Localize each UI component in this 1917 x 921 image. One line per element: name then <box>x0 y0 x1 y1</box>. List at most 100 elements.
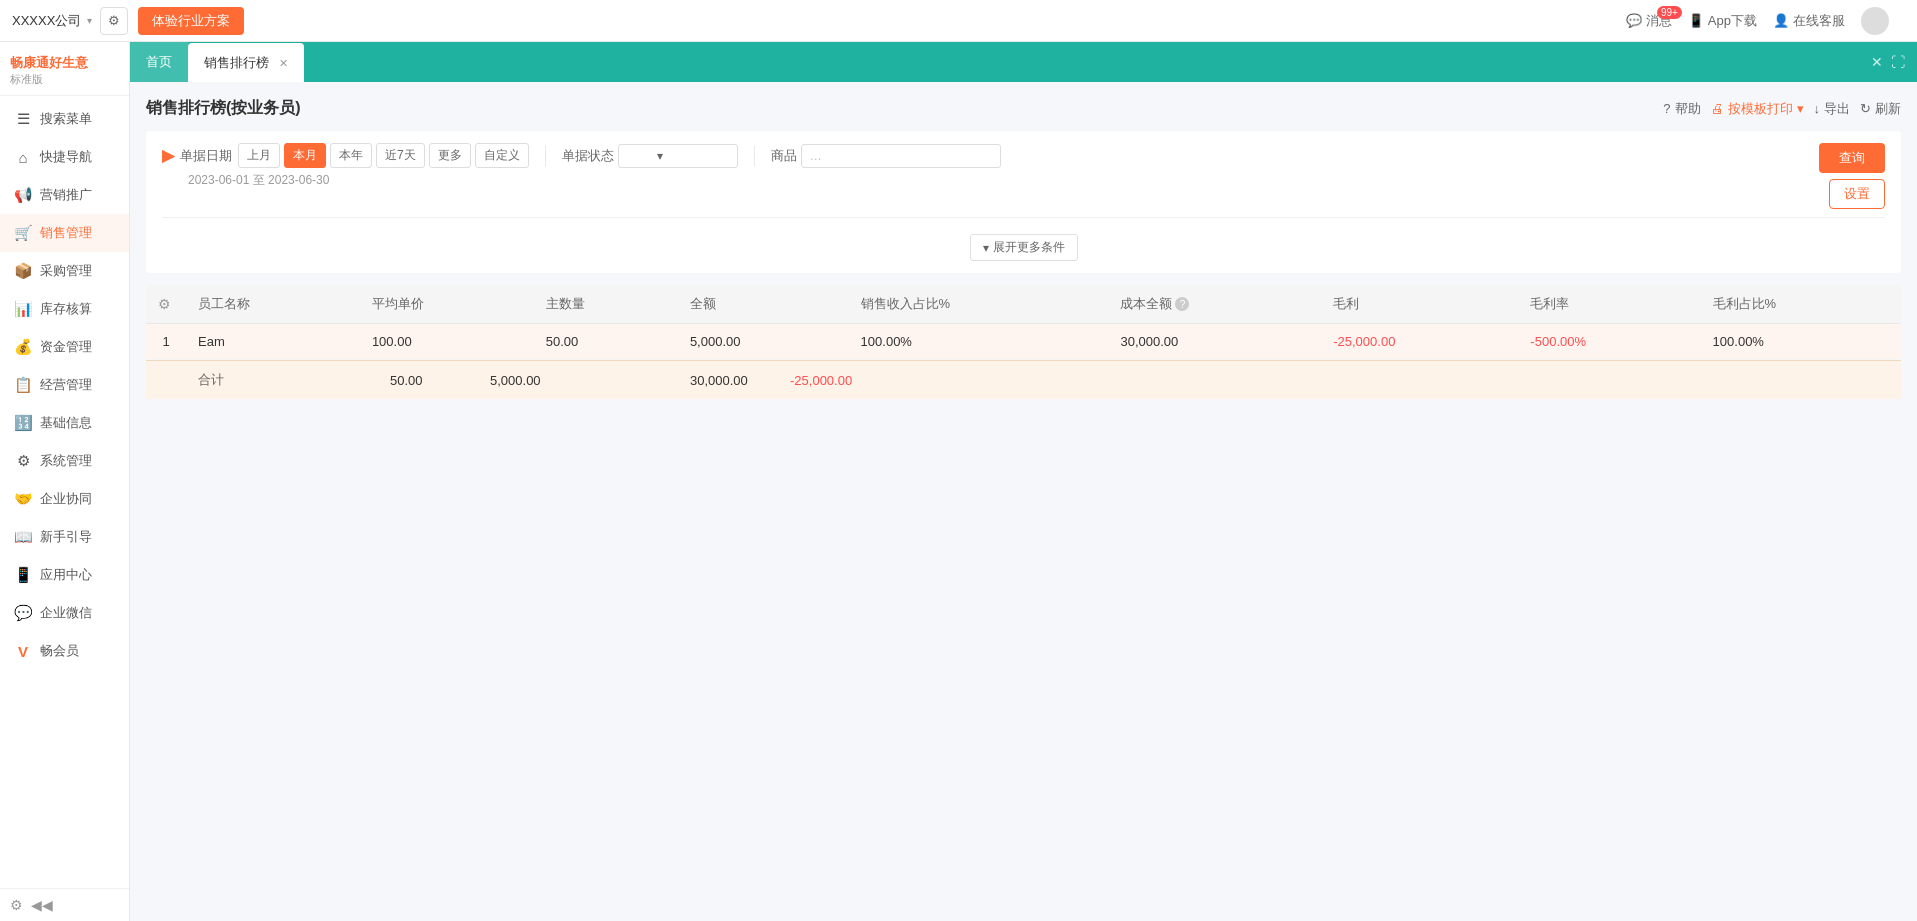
tab-expand-icon[interactable]: ⛶ <box>1891 54 1905 70</box>
th-main-qty: 主数量 <box>534 285 678 324</box>
sidebar-item-basic-info[interactable]: 🔢 基础信息 <box>0 404 129 442</box>
notification-button[interactable]: 💬 消息 99+ <box>1626 12 1672 30</box>
user-avatar[interactable] <box>1861 7 1889 35</box>
goods-input[interactable]: … <box>801 144 1001 168</box>
table-container: ⚙ 员工名称 平均单价 主数量 全额 销售收入占比% 成本全额 <box>146 285 1901 360</box>
sidebar-item-sales[interactable]: 🛒 销售管理 <box>0 214 129 252</box>
th-gross-pct: 毛利占比% <box>1701 285 1901 324</box>
sidebar-item-vip[interactable]: V 畅会员 <box>0 632 129 670</box>
refresh-label: 刷新 <box>1875 100 1901 118</box>
sidebar-item-inventory[interactable]: 📊 库存核算 <box>0 290 129 328</box>
date-btn-this-year[interactable]: 本年 <box>330 143 372 168</box>
footer-gross: -25,000.00 <box>778 373 878 388</box>
sidebar-item-label: 基础信息 <box>40 414 92 432</box>
sidebar-item-marketing[interactable]: 📢 营销推广 <box>0 176 129 214</box>
sidebar-logo: 畅康通好生意 标准版 <box>0 42 129 96</box>
tab-close-icon[interactable]: ✕ <box>279 57 288 70</box>
tab-sales-ranking[interactable]: 销售排行榜 ✕ <box>188 43 304 83</box>
sidebar-item-label: 资金管理 <box>40 338 92 356</box>
cell-gross-pct: 100.00% <box>1701 324 1901 360</box>
export-icon: ↓ <box>1814 101 1821 116</box>
sidebar-item-search-order[interactable]: ☰ 搜索菜单 <box>0 100 129 138</box>
app-download-button[interactable]: 📱 App下载 <box>1688 12 1757 30</box>
status-select[interactable]: ▾ <box>618 144 738 168</box>
page-header: 销售排行榜(按业务员) ? 帮助 🖨 按模板打印 ▾ ↓ <box>146 98 1901 119</box>
tab-home[interactable]: 首页 <box>130 42 188 82</box>
template-print-button[interactable]: 🖨 按模板打印 ▾ <box>1711 100 1804 118</box>
sidebar-item-wechat[interactable]: 💬 企业微信 <box>0 594 129 632</box>
date-btn-more[interactable]: 更多 <box>429 143 471 168</box>
sidebar-item-label: 新手引导 <box>40 528 92 546</box>
sidebar: 畅康通好生意 标准版 ☰ 搜索菜单 ⌂ 快捷导航 📢 营销推广 🛒 <box>0 42 130 921</box>
purchase-icon: 📦 <box>14 262 32 280</box>
chevron-down-icon: ▾ <box>87 15 92 26</box>
th-settings: ⚙ <box>146 285 186 324</box>
help-button[interactable]: ? 帮助 <box>1663 100 1700 118</box>
online-service-button[interactable]: 👤 在线客服 <box>1773 12 1845 30</box>
table-footer: 合计 50.00 5,000.00 30,000.00 -25,000.00 <box>146 360 1901 399</box>
logo-title: 畅康通好生意 <box>10 54 119 72</box>
cell-name: Eam <box>186 324 360 360</box>
sidebar-settings-icon[interactable]: ⚙ <box>10 897 23 913</box>
status-chevron-icon: ▾ <box>657 149 663 163</box>
trial-button[interactable]: 体验行业方案 <box>138 7 244 35</box>
sidebar-item-app-center[interactable]: 📱 应用中心 <box>0 556 129 594</box>
th-name: 员工名称 <box>186 285 360 324</box>
sidebar-item-quick-nav[interactable]: ⌂ 快捷导航 <box>0 138 129 176</box>
sidebar-item-label: 销售管理 <box>40 224 92 242</box>
help-icon: ? <box>1663 101 1670 116</box>
settings-icon[interactable]: ⚙ <box>100 7 128 35</box>
print-icon: 🖨 <box>1711 101 1724 116</box>
refresh-button[interactable]: ↻ 刷新 <box>1860 100 1901 118</box>
sidebar-item-label: 库存核算 <box>40 300 92 318</box>
footer-cost-total: 30,000.00 <box>678 373 778 388</box>
filter-right: 查询 设置 <box>1819 143 1885 209</box>
tab-close-all-icon[interactable]: ✕ <box>1871 54 1883 70</box>
sidebar-item-label: 快捷导航 <box>40 148 92 166</box>
company-selector[interactable]: XXXXX公司 ▾ <box>12 12 92 30</box>
quick-nav-icon: ⌂ <box>14 149 32 166</box>
th-sales-pct: 销售收入占比% <box>849 285 1109 324</box>
cell-cost-total: 30,000.00 <box>1108 324 1321 360</box>
status-filter: 单据状态 ▾ <box>562 144 738 168</box>
data-table: ⚙ 员工名称 平均单价 主数量 全额 销售收入占比% 成本全额 <box>146 285 1901 360</box>
date-btn-last-month[interactable]: 上月 <box>238 143 280 168</box>
logo-subtitle: 标准版 <box>10 72 119 87</box>
cell-rank: 1 <box>146 324 186 360</box>
settings-button[interactable]: 设置 <box>1829 179 1885 209</box>
sales-icon: 🛒 <box>14 224 32 242</box>
main-area: 畅康通好生意 标准版 ☰ 搜索菜单 ⌂ 快捷导航 📢 营销推广 🛒 <box>0 42 1917 921</box>
refresh-icon: ↻ <box>1860 101 1871 116</box>
page-title: 销售排行榜(按业务员) <box>146 98 301 119</box>
sidebar-item-label: 系统管理 <box>40 452 92 470</box>
expand-label: 展开更多条件 <box>993 239 1065 256</box>
help-label: 帮助 <box>1675 100 1701 118</box>
date-range-display: 2023-06-01 至 2023-06-30 <box>188 173 329 187</box>
search-order-icon: ☰ <box>14 110 32 128</box>
footer-main-qty: 50.00 <box>378 373 478 388</box>
sidebar-item-label: 搜索菜单 <box>40 110 92 128</box>
sidebar-item-enterprise[interactable]: 🤝 企业协同 <box>0 480 129 518</box>
sidebar-item-guide[interactable]: 📖 新手引导 <box>0 518 129 556</box>
filter-toggle-icon[interactable]: ▶ <box>162 146 174 165</box>
sidebar-item-operations[interactable]: 📋 经营管理 <box>0 366 129 404</box>
th-total: 全额 <box>678 285 849 324</box>
sidebar-item-system[interactable]: ⚙ 系统管理 <box>0 442 129 480</box>
date-btn-this-month[interactable]: 本月 <box>284 143 326 168</box>
status-filter-label: 单据状态 <box>562 147 614 165</box>
expand-more-button[interactable]: ▾ 展开更多条件 <box>970 234 1078 261</box>
tab-controls: ✕ ⛶ <box>1871 54 1917 70</box>
column-settings-icon[interactable]: ⚙ <box>158 296 171 312</box>
export-button[interactable]: ↓ 导出 <box>1814 100 1851 118</box>
operations-icon: 📋 <box>14 376 32 394</box>
cost-total-info-icon[interactable]: ? <box>1175 297 1189 311</box>
sidebar-item-label: 畅会员 <box>40 642 79 660</box>
cell-sales-pct: 100.00% <box>849 324 1109 360</box>
date-btn-custom[interactable]: 自定义 <box>475 143 529 168</box>
sidebar-collapse-icon[interactable]: ◀◀ <box>31 897 53 913</box>
query-button[interactable]: 查询 <box>1819 143 1885 173</box>
footer-total: 5,000.00 <box>478 373 578 388</box>
sidebar-item-finance[interactable]: 💰 资金管理 <box>0 328 129 366</box>
date-btn-7-days[interactable]: 近7天 <box>376 143 425 168</box>
sidebar-item-purchase[interactable]: 📦 采购管理 <box>0 252 129 290</box>
